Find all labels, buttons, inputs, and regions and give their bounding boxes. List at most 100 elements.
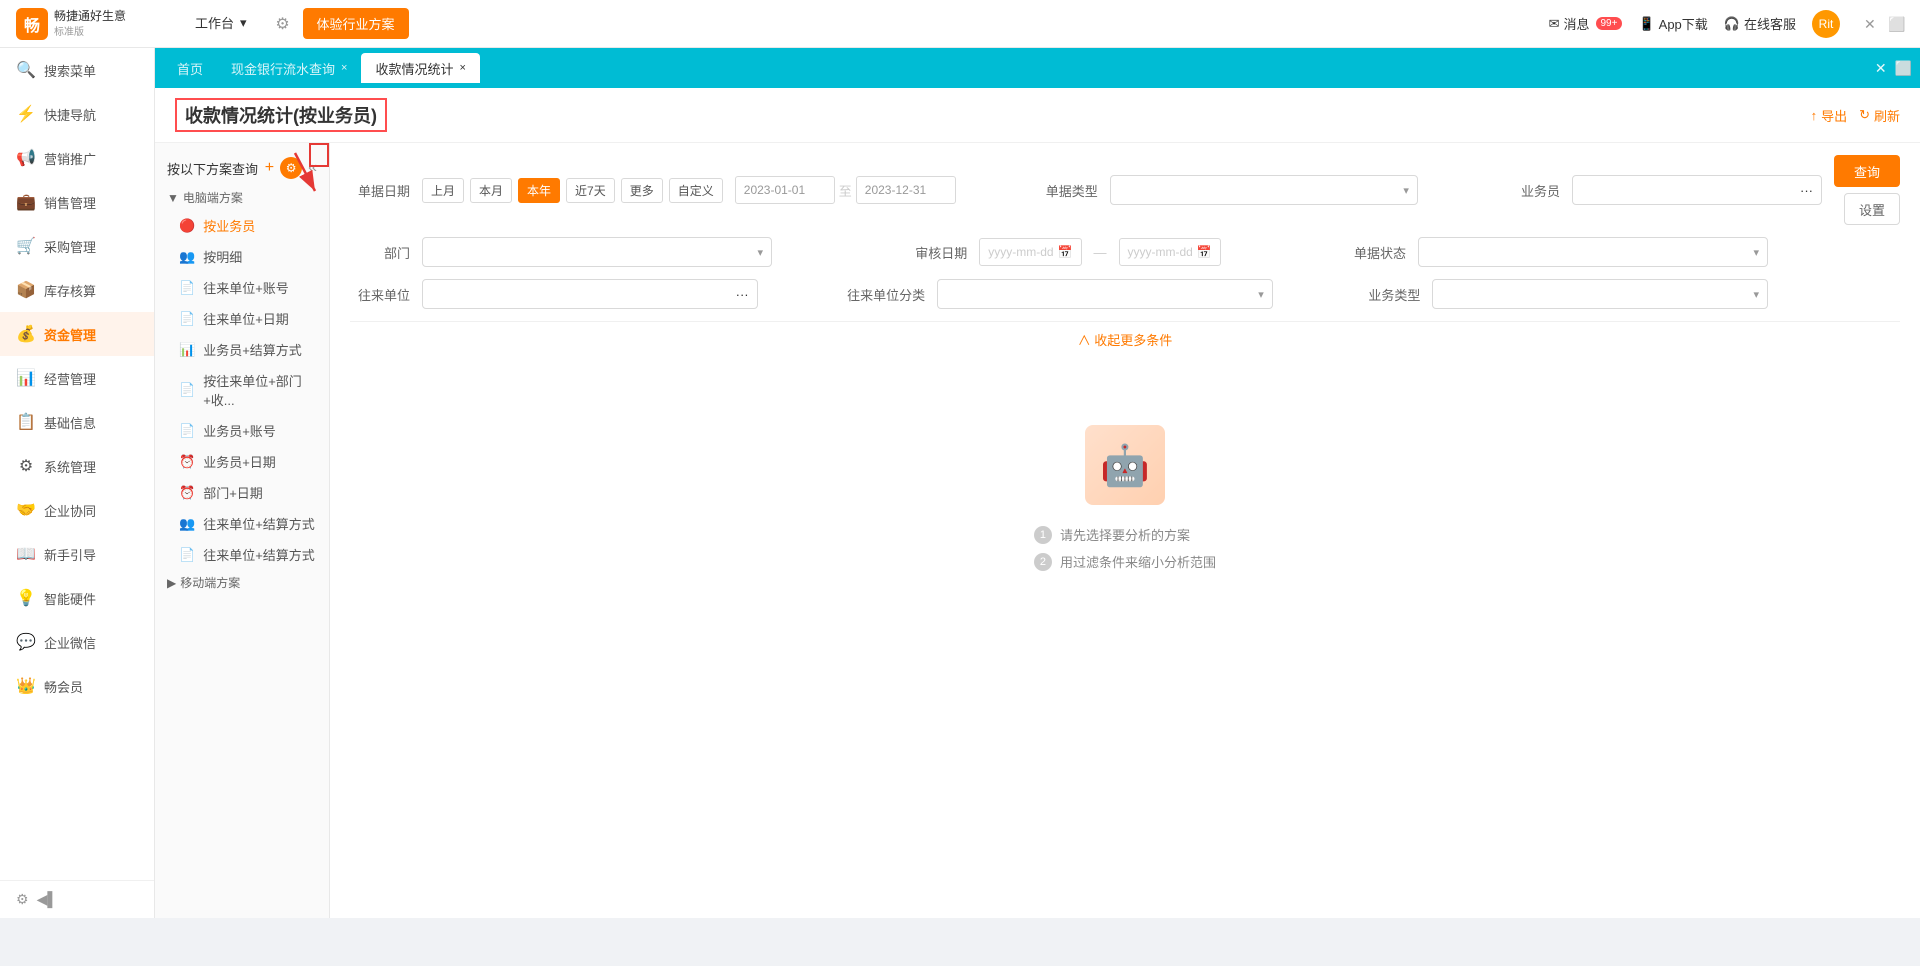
review-date-from[interactable]: yyyy-mm-dd 📅: [979, 238, 1081, 266]
tab-bank[interactable]: 现金银行流水查询 ×: [217, 53, 361, 83]
header-settings-icon[interactable]: ⚙: [275, 14, 289, 34]
sidebar-item-finance[interactable]: 💰 资金管理: [0, 312, 154, 356]
counterpart-more-icon[interactable]: ···: [736, 287, 749, 302]
app-download-item[interactable]: 📱 App下载: [1638, 14, 1707, 33]
scheme-item-unit-dept-col[interactable]: 📄 按往来单位+部门+收...: [155, 365, 329, 415]
tab-collection-close[interactable]: ×: [459, 62, 465, 74]
support-item[interactable]: 🎧 在线客服: [1724, 14, 1796, 33]
empty-state: 🤖 1 请先选择要分析的方案 2 用过滤条件来缩小分析范围: [350, 365, 1900, 631]
scheme-settings-btn[interactable]: ⚙: [280, 157, 302, 179]
trial-button[interactable]: 体验行业方案: [303, 8, 409, 39]
scheme-item-salesperson-account[interactable]: 📄 业务员+账号: [155, 415, 329, 446]
salesperson-field[interactable]: ···: [1572, 175, 1822, 205]
tab-close-win-btn[interactable]: ✕: [1875, 60, 1887, 77]
sidebar-item-collab[interactable]: 🤝 企业协同: [0, 488, 154, 532]
preset-last-month[interactable]: 上月: [422, 178, 464, 203]
scheme-header-label: 按以下方案查询: [167, 159, 265, 178]
scheme-salesperson-settle-icon: 📊: [179, 342, 195, 358]
sales-icon: 💼: [16, 192, 36, 212]
business-type-arrow: ▾: [1753, 288, 1759, 301]
preset-custom[interactable]: 自定义: [669, 178, 723, 203]
scheme-item-detail[interactable]: 👥 按明细: [155, 241, 329, 272]
sidebar-item-system[interactable]: ⚙ 系统管理: [0, 444, 154, 488]
window-controls: ✕ ⬜: [1864, 16, 1904, 32]
sidebar-item-search[interactable]: 🔍 搜索菜单: [0, 48, 154, 92]
filter-actions: 查询 设置: [1834, 155, 1900, 225]
sidebar-item-basic[interactable]: 📋 基础信息: [0, 400, 154, 444]
notification-count: 99+: [1596, 17, 1623, 30]
refresh-button[interactable]: ↻ 刷新: [1859, 106, 1900, 125]
date-to-input[interactable]: 2023-12-31: [856, 176, 956, 204]
sidebar-item-sales[interactable]: 💼 销售管理: [0, 180, 154, 224]
business-type-label: 业务类型: [1360, 285, 1420, 304]
scheme-item-unit-settle1[interactable]: 👥 往来单位+结算方式: [155, 508, 329, 539]
sidebar-collapse-btn[interactable]: ◀▌: [37, 891, 58, 908]
filter-row-2: 部门 ▾ 审核日期 yyyy-mm-dd 📅 — yyyy-mm-dd 📅: [350, 237, 1900, 267]
counterpart-field[interactable]: ···: [422, 279, 758, 309]
dept-label: 部门: [350, 243, 410, 262]
sidebar-item-marketing[interactable]: 📢 营销推广: [0, 136, 154, 180]
doc-type-select[interactable]: ▾: [1110, 175, 1418, 205]
dept-field[interactable]: ▾: [422, 237, 772, 267]
preset-this-year[interactable]: 本年: [518, 178, 560, 203]
sidebar-item-purchase[interactable]: 🛒 采购管理: [0, 224, 154, 268]
sidebar-item-operation[interactable]: 📊 经营管理: [0, 356, 154, 400]
calendar-icon-from[interactable]: 📅: [1058, 245, 1073, 259]
scheme-item-unit-account[interactable]: 📄 往来单位+账号: [155, 272, 329, 303]
scheme-item-unit-date[interactable]: 📄 往来单位+日期: [155, 303, 329, 334]
date-from-input[interactable]: 2023-01-01: [735, 176, 835, 204]
scheme-item-salesperson-date[interactable]: ⏰ 业务员+日期: [155, 446, 329, 477]
tab-maximize-btn[interactable]: ⬜: [1895, 60, 1912, 77]
scheme-add-btn[interactable]: +: [265, 159, 274, 177]
preset-7days[interactable]: 近7天: [566, 178, 615, 203]
calendar-icon-to[interactable]: 📅: [1197, 245, 1212, 259]
tab-bank-close[interactable]: ×: [341, 62, 347, 74]
doc-status-field[interactable]: ▾: [1418, 237, 1768, 267]
business-type-field[interactable]: ▾: [1432, 279, 1768, 309]
system-icon: ⚙: [16, 456, 36, 476]
counterpart-category-arrow: ▾: [1258, 288, 1264, 301]
export-button[interactable]: ↑ 导出: [1811, 106, 1848, 125]
collab-icon: 🤝: [16, 500, 36, 520]
settings-button[interactable]: 设置: [1844, 193, 1900, 225]
sidebar-item-quicknav[interactable]: ⚡ 快捷导航: [0, 92, 154, 136]
main-content: 首页 现金银行流水查询 × 收款情况统计 × ✕ ⬜ 收款情况统计(按业务员) …: [155, 48, 1920, 918]
scheme-item-salesperson-settle[interactable]: 📊 业务员+结算方式: [155, 334, 329, 365]
scheme-active-icon: 🔴: [179, 218, 195, 234]
inventory-icon: 📦: [16, 280, 36, 300]
sidebar-item-wechat[interactable]: 💬 企业微信: [0, 620, 154, 664]
notification-item[interactable]: ✉ 消息 99+: [1549, 14, 1623, 33]
scheme-item-unit-settle2[interactable]: 📄 往来单位+结算方式: [155, 539, 329, 570]
date-range: 2023-01-01 至 2023-12-31: [735, 176, 956, 204]
sidebar-item-hardware[interactable]: 💡 智能硬件: [0, 576, 154, 620]
scheme-item-salesperson[interactable]: 🔴 按业务员: [155, 210, 329, 241]
header-workspace[interactable]: 工作台 ▾: [179, 0, 263, 48]
scheme-collapse-btn[interactable]: «: [308, 159, 317, 177]
user-avatar[interactable]: Rit: [1812, 10, 1840, 38]
salesperson-more-icon[interactable]: ···: [1800, 183, 1813, 198]
sidebar-item-member[interactable]: 👑 畅会员: [0, 664, 154, 708]
sidebar-item-inventory[interactable]: 📦 库存核算: [0, 268, 154, 312]
query-button[interactable]: 查询: [1834, 155, 1900, 187]
window-maximize-btn[interactable]: ⬜: [1888, 16, 1904, 32]
collapse-conditions-btn[interactable]: ∧ 收起更多条件: [350, 321, 1900, 357]
wechat-icon: 💬: [16, 632, 36, 652]
workspace-dropdown-icon[interactable]: ▾: [240, 15, 247, 31]
scheme-unit-dept-icon: 📄: [179, 382, 195, 398]
scheme-header-icons: + ⚙ «: [265, 157, 317, 179]
sidebar-item-guide[interactable]: 📖 新手引导: [0, 532, 154, 576]
window-close-btn[interactable]: ✕: [1864, 16, 1880, 32]
counterpart-label: 往来单位: [350, 285, 410, 304]
empty-steps: 1 请先选择要分析的方案 2 用过滤条件来缩小分析范围: [1034, 525, 1216, 571]
scheme-desktop-group[interactable]: ▼ 电脑端方案: [155, 185, 329, 210]
counterpart-category-field[interactable]: ▾: [937, 279, 1273, 309]
scheme-item-dept-date[interactable]: ⏰ 部门+日期: [155, 477, 329, 508]
sidebar-settings-btn[interactable]: ⚙: [16, 891, 29, 908]
review-date-to[interactable]: yyyy-mm-dd 📅: [1119, 238, 1221, 266]
tab-home[interactable]: 首页: [163, 53, 217, 83]
preset-this-month[interactable]: 本月: [470, 178, 512, 203]
preset-more[interactable]: 更多: [621, 178, 663, 203]
support-icon: 🎧: [1724, 16, 1740, 32]
scheme-mobile-group[interactable]: ▶ 移动端方案: [155, 570, 329, 595]
tab-collection[interactable]: 收款情况统计 ×: [361, 53, 479, 83]
